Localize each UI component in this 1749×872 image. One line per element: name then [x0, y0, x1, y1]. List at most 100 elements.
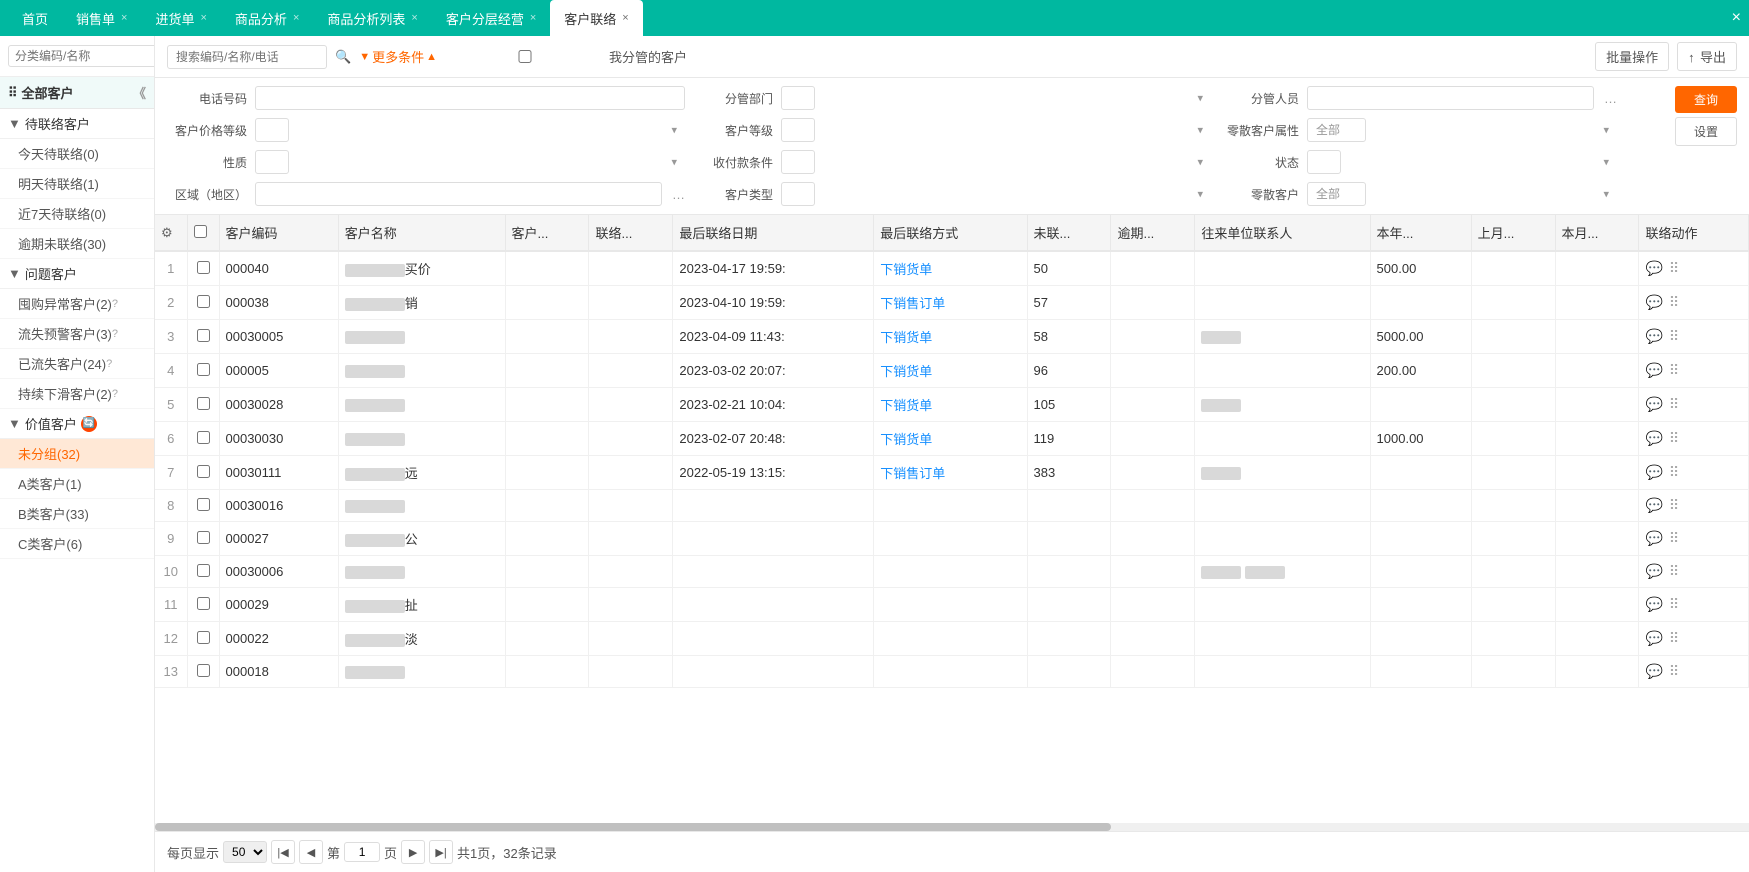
last-page-btn[interactable]: ▶|: [429, 840, 453, 864]
retail-attr-select[interactable]: 全部: [1307, 118, 1366, 142]
last-method-link[interactable]: 下销货单: [880, 364, 932, 379]
close-sales-tab[interactable]: ×: [121, 12, 127, 24]
last-method-link[interactable]: 下销售订单: [880, 466, 945, 481]
grid-action-icon[interactable]: ⠿: [1669, 294, 1679, 311]
my-customers-checkbox[interactable]: [445, 50, 605, 63]
sidebar-item-7days[interactable]: 近7天待联络(0): [0, 199, 154, 229]
nav-tab-purchase[interactable]: 进货单 ×: [141, 0, 220, 36]
region-more-icon[interactable]: …: [672, 187, 685, 202]
sidebar-pending-group[interactable]: ▼ 待联络客户: [0, 109, 154, 139]
grid-action-icon[interactable]: ⠿: [1669, 430, 1679, 447]
sidebar-item-lost-warning[interactable]: 流失预警客户(3) ?: [0, 319, 154, 349]
close-customer-contact-tab[interactable]: ×: [622, 12, 628, 24]
grid-action-icon[interactable]: ⠿: [1669, 362, 1679, 379]
customer-level-select[interactable]: [781, 118, 815, 142]
sidebar-item-abnormal[interactable]: 囤购异常客户(2) ?: [0, 289, 154, 319]
sidebar-search-input[interactable]: [8, 45, 155, 67]
nav-home[interactable]: 首页: [8, 9, 62, 28]
payment-select[interactable]: [781, 150, 815, 174]
phone-input[interactable]: [255, 86, 685, 110]
status-select[interactable]: [1307, 150, 1341, 174]
row-checkbox[interactable]: [197, 363, 210, 376]
last-method-link[interactable]: 下销货单: [880, 330, 932, 345]
grid-action-icon[interactable]: ⠿: [1669, 396, 1679, 413]
row-checkbox[interactable]: [197, 597, 210, 610]
sidebar-item-b-class[interactable]: B类客户(33): [0, 499, 154, 529]
grid-action-icon[interactable]: ⠿: [1669, 663, 1679, 680]
sidebar-all-customers[interactable]: ⠿ 全部客户 《: [0, 77, 154, 109]
row-checkbox[interactable]: [197, 397, 210, 410]
grid-action-icon[interactable]: ⠿: [1669, 260, 1679, 277]
message-action-icon[interactable]: 💬: [1645, 396, 1662, 413]
grid-action-icon[interactable]: ⠿: [1669, 464, 1679, 481]
sidebar-item-overdue[interactable]: 逾期未联络(30): [0, 229, 154, 259]
sidebar-item-tomorrow[interactable]: 明天待联络(1): [0, 169, 154, 199]
last-method-link[interactable]: 下销货单: [880, 398, 932, 413]
sidebar-problem-group[interactable]: ▼ 问题客户: [0, 259, 154, 289]
message-action-icon[interactable]: 💬: [1645, 563, 1662, 580]
close-all-tabs[interactable]: ×: [1732, 9, 1741, 27]
nav-tab-customer-tier[interactable]: 客户分层经营 ×: [432, 0, 550, 36]
sidebar-item-ungroup[interactable]: 未分组(32): [0, 439, 154, 469]
last-method-link[interactable]: 下销货单: [880, 432, 932, 447]
settings-icon[interactable]: ⚙: [161, 225, 173, 240]
row-checkbox[interactable]: [197, 631, 210, 644]
row-checkbox[interactable]: [197, 531, 210, 544]
reset-button[interactable]: 设置: [1675, 117, 1737, 146]
horizontal-scrollbar[interactable]: [155, 823, 1749, 831]
close-customer-tier-tab[interactable]: ×: [530, 12, 536, 24]
message-action-icon[interactable]: 💬: [1645, 328, 1662, 345]
row-checkbox[interactable]: [197, 295, 210, 308]
row-checkbox[interactable]: [197, 261, 210, 274]
nav-tab-product-analysis[interactable]: 商品分析 ×: [221, 0, 313, 36]
message-action-icon[interactable]: 💬: [1645, 294, 1662, 311]
message-action-icon[interactable]: 💬: [1645, 464, 1662, 481]
sidebar-value-group[interactable]: ▼ 价值客户 🔄: [0, 409, 154, 439]
search-icon[interactable]: 🔍: [335, 49, 351, 65]
region-input[interactable]: [255, 182, 662, 206]
sidebar-item-a-class[interactable]: A类客户(1): [0, 469, 154, 499]
more-conditions-btn[interactable]: ▼ 更多条件 ▲: [359, 47, 437, 66]
row-checkbox[interactable]: [197, 465, 210, 478]
next-page-btn[interactable]: ▶: [401, 840, 425, 864]
grid-action-icon[interactable]: ⠿: [1669, 497, 1679, 514]
message-action-icon[interactable]: 💬: [1645, 596, 1662, 613]
select-all-checkbox[interactable]: [194, 225, 207, 238]
page-size-select[interactable]: 50: [223, 841, 267, 863]
message-action-icon[interactable]: 💬: [1645, 663, 1662, 680]
manager-input[interactable]: [1307, 86, 1594, 110]
customer-type-select[interactable]: [781, 182, 815, 206]
message-action-icon[interactable]: 💬: [1645, 362, 1662, 379]
prev-page-btn[interactable]: ◀: [299, 840, 323, 864]
search-input[interactable]: [167, 45, 327, 69]
first-page-btn[interactable]: |◀: [271, 840, 295, 864]
sidebar-item-c-class[interactable]: C类客户(6): [0, 529, 154, 559]
sidebar-item-today[interactable]: 今天待联络(0): [0, 139, 154, 169]
sidebar-item-lost[interactable]: 已流失客户(24) ?: [0, 349, 154, 379]
message-action-icon[interactable]: 💬: [1645, 497, 1662, 514]
grid-action-icon[interactable]: ⠿: [1669, 328, 1679, 345]
price-level-select[interactable]: [255, 118, 289, 142]
message-action-icon[interactable]: 💬: [1645, 630, 1662, 647]
nav-tab-customer-contact[interactable]: 客户联络 ×: [550, 0, 642, 36]
grid-action-icon[interactable]: ⠿: [1669, 630, 1679, 647]
row-checkbox[interactable]: [197, 664, 210, 677]
grid-action-icon[interactable]: ⠿: [1669, 563, 1679, 580]
retail-customer-select[interactable]: 全部: [1307, 182, 1366, 206]
row-checkbox[interactable]: [197, 564, 210, 577]
dept-select[interactable]: [781, 86, 815, 110]
grid-action-icon[interactable]: ⠿: [1669, 530, 1679, 547]
row-checkbox[interactable]: [197, 329, 210, 342]
nav-tab-product-list[interactable]: 商品分析列表 ×: [313, 0, 431, 36]
message-action-icon[interactable]: 💬: [1645, 530, 1662, 547]
close-product-list-tab[interactable]: ×: [411, 12, 417, 24]
last-method-link[interactable]: 下销售订单: [880, 296, 945, 311]
last-method-link[interactable]: 下销货单: [880, 262, 932, 277]
sidebar-collapse-btn[interactable]: 《: [133, 83, 146, 102]
sidebar-item-declining[interactable]: 持续下滑客户(2) ?: [0, 379, 154, 409]
row-checkbox[interactable]: [197, 431, 210, 444]
page-input[interactable]: [344, 842, 380, 862]
message-action-icon[interactable]: 💬: [1645, 430, 1662, 447]
grid-action-icon[interactable]: ⠿: [1669, 596, 1679, 613]
query-button[interactable]: 查询: [1675, 86, 1737, 113]
